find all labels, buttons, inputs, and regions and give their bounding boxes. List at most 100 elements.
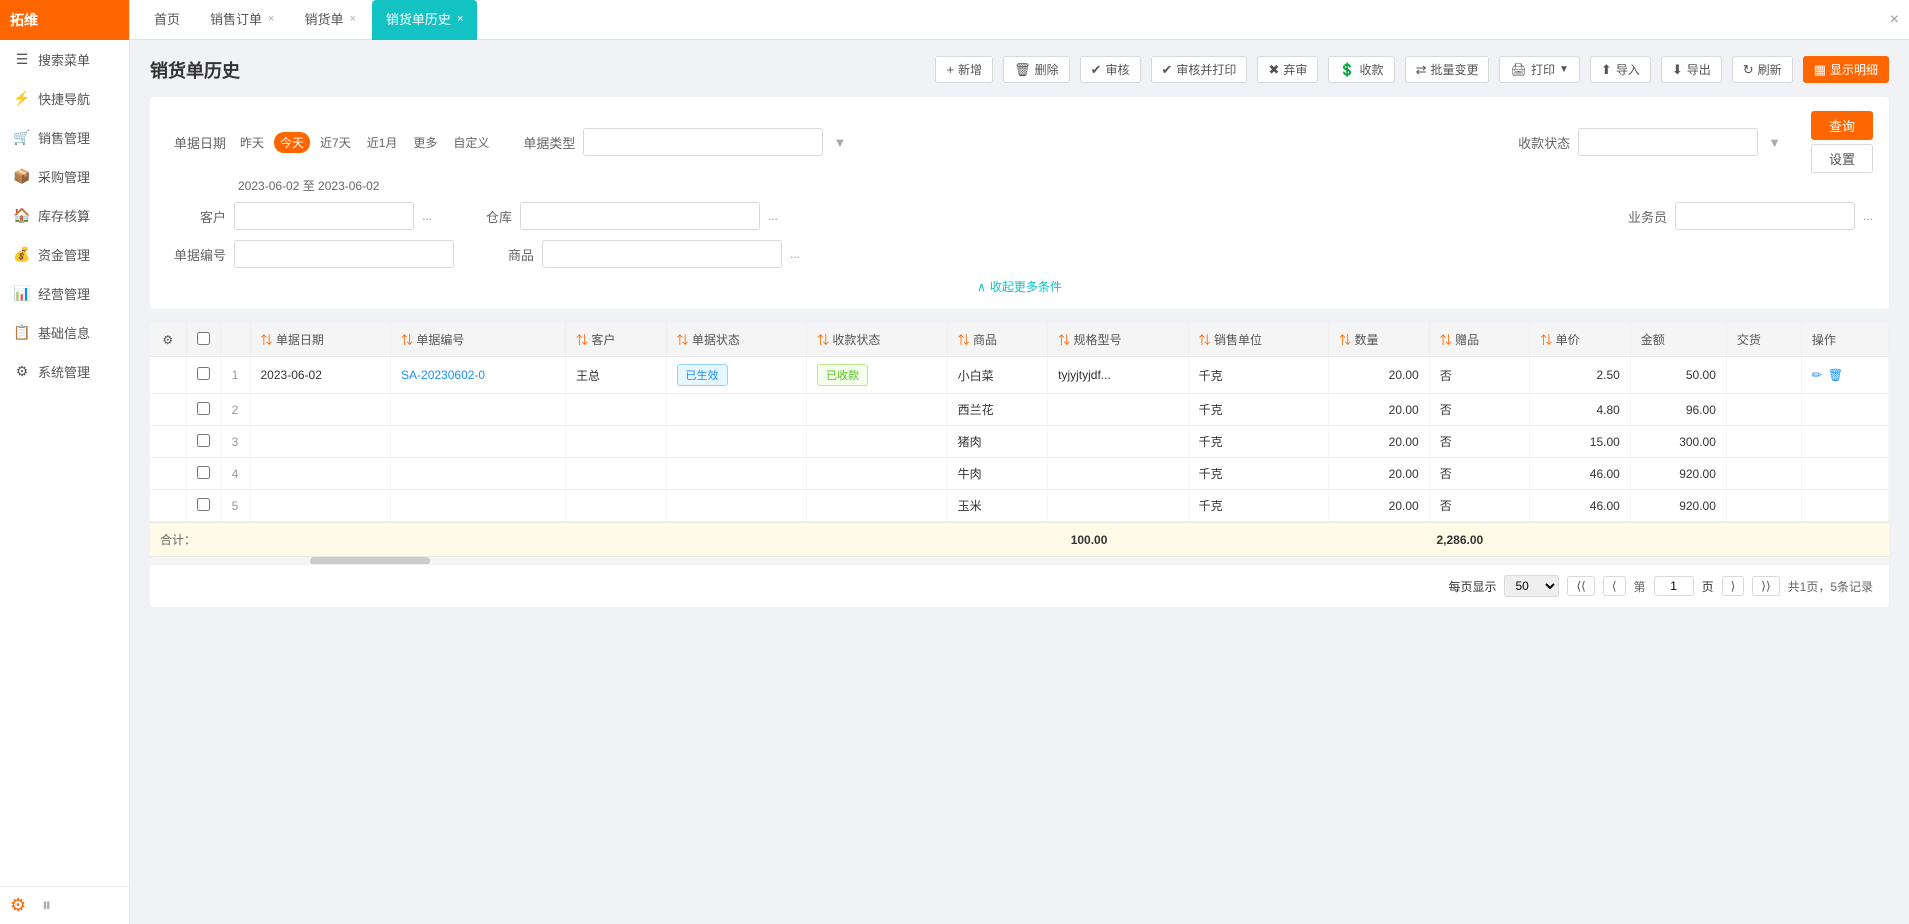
warehouse-ellipsis[interactable]: ... (768, 209, 778, 223)
page-size-select[interactable]: 10 20 50 100 (1504, 575, 1559, 597)
tab-home[interactable]: 首页 (140, 0, 194, 40)
print-button[interactable]: 🖨 打印 ▼ (1499, 56, 1579, 83)
th-spec[interactable]: ⇅ 规格型号 (1048, 323, 1189, 357)
sidebar-item-sales-mgmt[interactable]: 🛒 销售管理 (0, 118, 129, 157)
table-row: 4 牛肉 千克 20.00 否 46.00 920.00 (150, 458, 1889, 490)
customer-ellipsis[interactable]: ... (422, 209, 432, 223)
date-custom[interactable]: 自定义 (447, 132, 495, 153)
cell-customer (566, 426, 667, 458)
settings-icon[interactable]: ⚙ (10, 895, 26, 916)
th-goods[interactable]: ⇅ 商品 (947, 323, 1048, 357)
cell-check[interactable] (186, 426, 220, 458)
cell-doc-no[interactable]: SA-20230602-0 (391, 357, 566, 394)
tab-sales-order-close[interactable]: × (268, 13, 274, 25)
tab-sales-history-close[interactable]: × (457, 13, 463, 25)
page-content: 销货单历史 + 新增 🗑 删除 ✔ 审核 ✔ 审核并打印 (130, 40, 1909, 924)
tab-bar-close-button[interactable]: × (1890, 11, 1899, 29)
th-pay-status[interactable]: ⇅ 收款状态 (807, 323, 948, 357)
customer-input[interactable] (234, 202, 414, 230)
salesperson-ellipsis[interactable]: ... (1863, 209, 1873, 223)
edit-action[interactable]: ✏ (1812, 368, 1822, 382)
row-checkbox[interactable] (197, 498, 210, 511)
salesperson-input[interactable] (1675, 202, 1855, 230)
show-detail-button[interactable]: ▦ 显示明细 (1803, 56, 1889, 83)
row-checkbox[interactable] (197, 367, 210, 380)
finance-mgmt-icon: 💰 (14, 247, 30, 263)
th-qty[interactable]: ⇅ 数量 (1329, 323, 1430, 357)
add-button[interactable]: + 新增 (935, 56, 993, 83)
row-checkbox[interactable] (197, 402, 210, 415)
collect-button[interactable]: 💲 收款 (1328, 56, 1394, 83)
date-yesterday[interactable]: 昨天 (234, 132, 270, 153)
cell-check[interactable] (186, 490, 220, 522)
sidebar-item-purchase-mgmt[interactable]: 📦 采购管理 (0, 157, 129, 196)
settings-button[interactable]: 设置 (1811, 144, 1873, 173)
tab-sales-history[interactable]: 销货单历史 × (372, 0, 477, 40)
th-doc-no[interactable]: ⇅ 单据编号 (391, 323, 566, 357)
th-gear[interactable]: ⚙ (150, 323, 186, 357)
warehouse-input[interactable] (520, 202, 760, 230)
refresh-button[interactable]: ↻ 刷新 (1732, 56, 1793, 83)
sidebar-item-system-mgmt[interactable]: ⚙ 系统管理 (0, 352, 129, 391)
th-unit[interactable]: ⇅ 销售单位 (1188, 323, 1329, 357)
goods-ellipsis[interactable]: ... (790, 247, 800, 261)
cell-check[interactable] (186, 458, 220, 490)
row-checkbox[interactable] (197, 434, 210, 447)
tab-sales-order[interactable]: 销售订单 × (196, 0, 288, 40)
cell-check[interactable] (186, 394, 220, 426)
doc-type-input[interactable] (583, 128, 823, 156)
sidebar-item-search-menu[interactable]: ☰ 搜索菜单 (0, 40, 129, 79)
doc-type-dropdown-icon[interactable]: ▼ (833, 135, 846, 150)
audit-print-button[interactable]: ✔ 审核并打印 (1151, 56, 1248, 83)
audit-icon: ✔ (1091, 62, 1102, 78)
sidebar-item-quick-nav[interactable]: ⚡ 快捷导航 (0, 79, 129, 118)
table-row: 2 西兰花 千克 20.00 否 4.80 96.00 (150, 394, 1889, 426)
cell-qty: 20.00 (1329, 458, 1430, 490)
cell-unit: 千克 (1188, 490, 1329, 522)
tab-sales-delivery-label: 销货单 (304, 9, 343, 28)
sidebar-item-basic-info[interactable]: 📋 基础信息 (0, 313, 129, 352)
abandon-button[interactable]: ✖ 弃审 (1257, 56, 1318, 83)
date-more[interactable]: 更多 (407, 132, 443, 153)
page-number-input[interactable] (1654, 576, 1694, 596)
sidebar-item-ops-mgmt[interactable]: 📊 经营管理 (0, 274, 129, 313)
tab-home-label: 首页 (154, 9, 180, 28)
payment-status-input[interactable] (1578, 128, 1758, 156)
filter-doc-no: 单据编号 (166, 240, 454, 268)
date-last7days[interactable]: 近7天 (314, 132, 357, 153)
payment-status-dropdown-icon[interactable]: ▼ (1768, 135, 1781, 150)
query-button[interactable]: 查询 (1811, 111, 1873, 140)
pause-icon[interactable]: ⏸ (42, 895, 51, 916)
th-gift[interactable]: ⇅ 赠品 (1429, 323, 1530, 357)
cell-check[interactable] (186, 357, 220, 394)
th-check[interactable] (186, 323, 220, 357)
filter-payment-status: 收款状态 ▼ (1510, 128, 1781, 156)
tab-sales-delivery[interactable]: 销货单 × (290, 0, 369, 40)
horizontal-scrollbar[interactable] (150, 556, 1889, 564)
collapse-button[interactable]: ∧ 收起更多条件 (166, 278, 1873, 295)
audit-button[interactable]: ✔ 审核 (1080, 56, 1141, 83)
tab-sales-delivery-close[interactable]: × (349, 13, 355, 25)
select-all-checkbox[interactable] (197, 332, 210, 345)
th-date[interactable]: ⇅ 单据日期 (250, 323, 391, 357)
export-button[interactable]: ⬇ 导出 (1661, 56, 1722, 83)
page-first-button[interactable]: ⟨⟨ (1567, 576, 1594, 596)
import-button[interactable]: ⬆ 导入 (1590, 56, 1651, 83)
delete-action[interactable]: 🗑 (1828, 368, 1843, 382)
row-checkbox[interactable] (197, 466, 210, 479)
doc-no-input[interactable] (234, 240, 454, 268)
page-next-button[interactable]: ⟩ (1722, 576, 1745, 596)
batch-change-button[interactable]: ⇄ 批量变更 (1405, 56, 1490, 83)
page-last-button[interactable]: ⟩⟩ (1752, 576, 1779, 596)
sidebar-item-inventory[interactable]: 🏠 库存核算 (0, 196, 129, 235)
th-customer[interactable]: ⇅ 客户 (566, 323, 667, 357)
delete-button[interactable]: 🗑 删除 (1003, 56, 1070, 83)
table-header-row: ⚙ ⇅ 单据日期 ⇅ 单据编号 ⇅ 客户 ⇅ 单据状态 ⇅ 收款状态 ⇅ 商品 … (150, 323, 1889, 357)
date-today[interactable]: 今天 (274, 132, 310, 153)
th-doc-status[interactable]: ⇅ 单据状态 (666, 323, 807, 357)
page-prev-button[interactable]: ⟨ (1603, 576, 1626, 596)
th-price[interactable]: ⇅ 单价 (1530, 323, 1631, 357)
goods-input[interactable] (542, 240, 782, 268)
sidebar-item-finance-mgmt[interactable]: 💰 资金管理 (0, 235, 129, 274)
date-last1month[interactable]: 近1月 (361, 132, 404, 153)
